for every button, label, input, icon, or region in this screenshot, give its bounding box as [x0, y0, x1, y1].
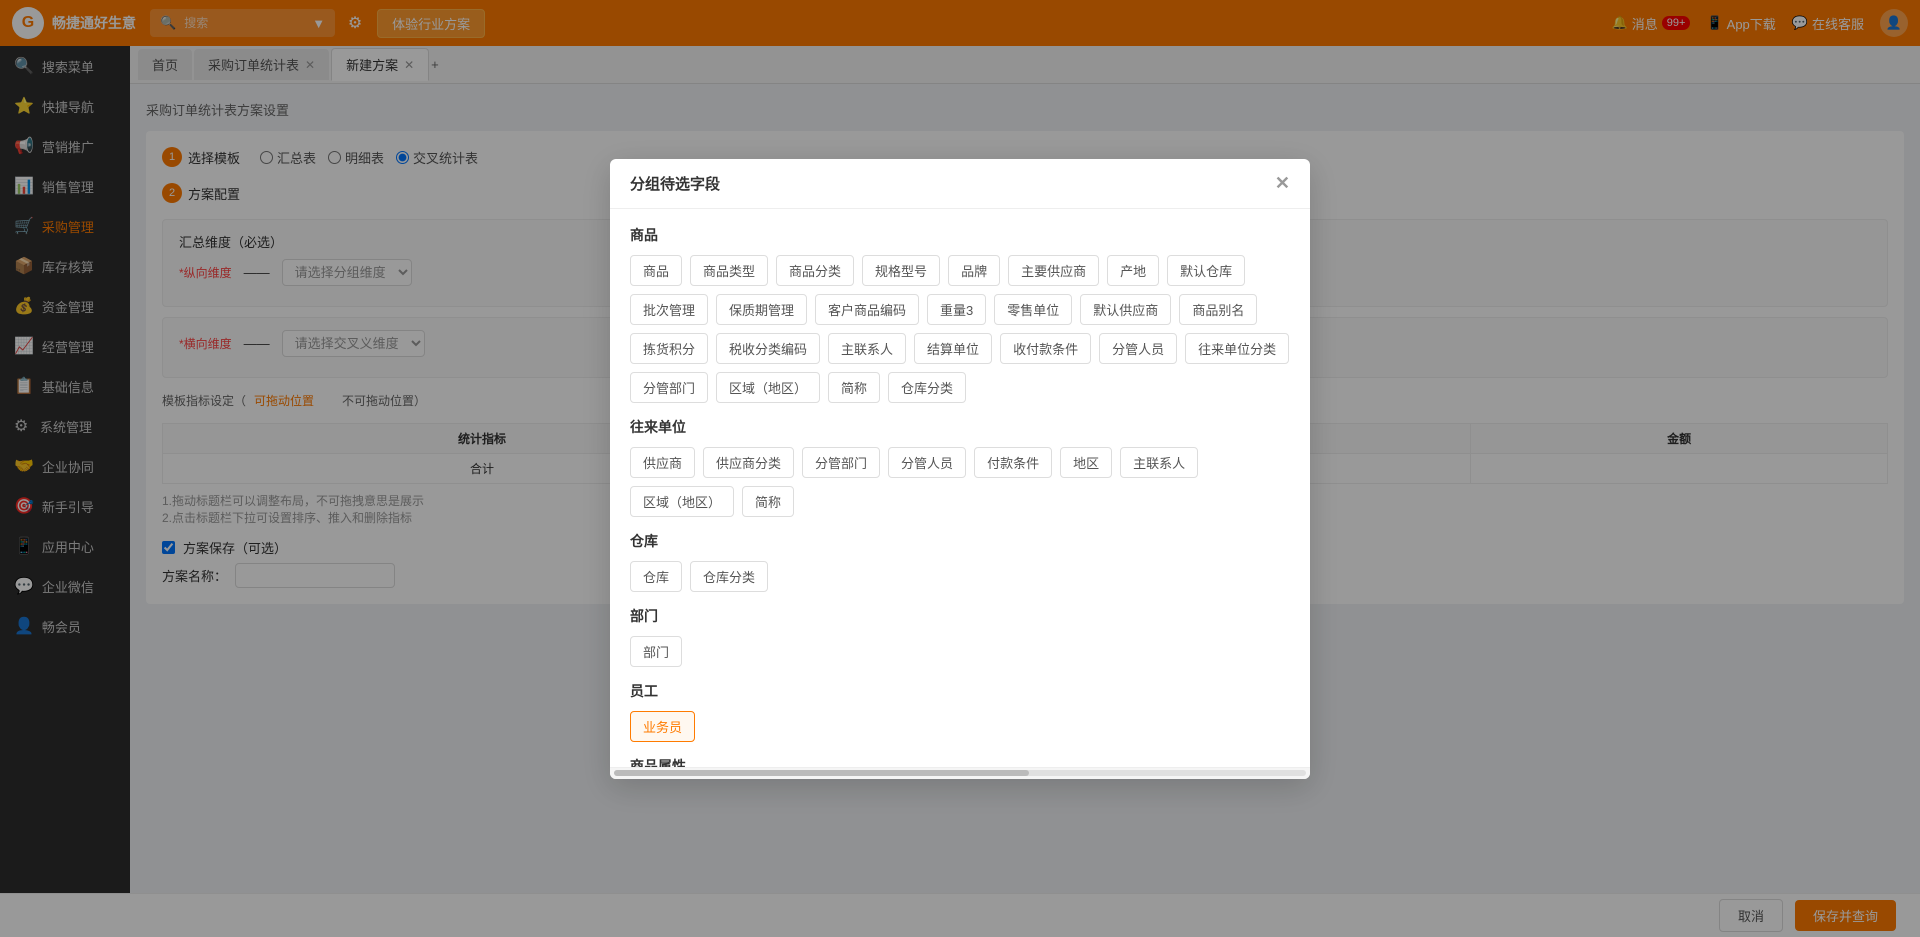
field-tag-salesperson[interactable]: 业务员	[630, 711, 695, 742]
modal-body: 商品 商品 商品类型 商品分类 规格型号 品牌 主要供应商 产地 默认仓库 批次…	[610, 209, 1310, 767]
section-product-attr-title: 商品属性	[630, 756, 1290, 767]
field-tag-product-category[interactable]: 商品分类	[776, 255, 854, 286]
field-tag-dept[interactable]: 分管部门	[802, 447, 880, 478]
section-product-grid: 商品 商品类型 商品分类 规格型号 品牌 主要供应商 产地 默认仓库 批次管理 …	[630, 255, 1290, 403]
modal-dialog: 分组待选字段 ✕ 商品 商品 商品类型 商品分类 规格型号 品牌 主要供应商 产…	[610, 159, 1310, 779]
field-tag-payment-cond[interactable]: 付款条件	[974, 447, 1052, 478]
field-tag-default-supplier[interactable]: 默认供应商	[1080, 294, 1171, 325]
section-warehouse-title: 仓库	[630, 531, 1290, 551]
field-tag-supplier-cat[interactable]: 供应商分类	[703, 447, 794, 478]
section-product-title: 商品	[630, 225, 1290, 245]
section-employee-grid: 业务员	[630, 711, 1290, 742]
modal-header: 分组待选字段 ✕	[610, 159, 1310, 209]
field-tag-short-name[interactable]: 简称	[828, 372, 880, 403]
section-dept-title: 部门	[630, 606, 1290, 626]
field-tag-main-contact2[interactable]: 主联系人	[1120, 447, 1198, 478]
field-tag-source-unit-cat[interactable]: 往来单位分类	[1185, 333, 1289, 364]
field-tag-expiry-mgmt[interactable]: 保质期管理	[716, 294, 807, 325]
modal-title: 分组待选字段	[630, 173, 720, 194]
field-tag-product-alias[interactable]: 商品别名	[1179, 294, 1257, 325]
section-dept-grid: 部门	[630, 636, 1290, 667]
field-tag-main-supplier[interactable]: 主要供应商	[1008, 255, 1099, 286]
field-tag-default-warehouse[interactable]: 默认仓库	[1167, 255, 1245, 286]
field-tag-department[interactable]: 部门	[630, 636, 682, 667]
field-tag-product[interactable]: 商品	[630, 255, 682, 286]
modal-footer-scroll	[610, 767, 1310, 779]
field-tag-product-type[interactable]: 商品类型	[690, 255, 768, 286]
field-tag-warehouse-cat[interactable]: 仓库分类	[888, 372, 966, 403]
modal-overlay: 分组待选字段 ✕ 商品 商品 商品类型 商品分类 规格型号 品牌 主要供应商 产…	[0, 0, 1920, 937]
section-partner-grid: 供应商 供应商分类 分管部门 分管人员 付款条件 地区 主联系人 区域（地区） …	[630, 447, 1290, 517]
field-tag-brand[interactable]: 品牌	[948, 255, 1000, 286]
field-tag-batch-mgmt[interactable]: 批次管理	[630, 294, 708, 325]
horizontal-scrollbar[interactable]	[614, 770, 1306, 776]
field-tag-settlement-unit[interactable]: 结算单位	[914, 333, 992, 364]
field-tag-payment-terms[interactable]: 收付款条件	[1000, 333, 1091, 364]
section-warehouse-grid: 仓库 仓库分类	[630, 561, 1290, 592]
field-tag-retail-unit[interactable]: 零售单位	[994, 294, 1072, 325]
field-tag-supplier[interactable]: 供应商	[630, 447, 695, 478]
field-tag-weight3[interactable]: 重量3	[927, 294, 986, 325]
field-tag-area[interactable]: 地区	[1060, 447, 1112, 478]
field-tag-origin[interactable]: 产地	[1107, 255, 1159, 286]
field-tag-mgmt-dept[interactable]: 分管部门	[630, 372, 708, 403]
field-tag-region[interactable]: 区域（地区）	[716, 372, 820, 403]
field-tag-main-contact[interactable]: 主联系人	[828, 333, 906, 364]
field-tag-pickup-points[interactable]: 拣货积分	[630, 333, 708, 364]
field-tag-tax-code[interactable]: 税收分类编码	[716, 333, 820, 364]
section-employee-title: 员工	[630, 681, 1290, 701]
scroll-thumb	[614, 770, 1029, 776]
field-tag-warehouse-cat2[interactable]: 仓库分类	[690, 561, 768, 592]
field-tag-dept-person[interactable]: 分管人员	[888, 447, 966, 478]
modal-close-button[interactable]: ✕	[1275, 173, 1290, 194]
field-tag-short-name2[interactable]: 简称	[742, 486, 794, 517]
section-partner-title: 往来单位	[630, 417, 1290, 437]
field-tag-manager[interactable]: 分管人员	[1099, 333, 1177, 364]
field-tag-spec-type[interactable]: 规格型号	[862, 255, 940, 286]
field-tag-customer-code[interactable]: 客户商品编码	[815, 294, 919, 325]
field-tag-warehouse[interactable]: 仓库	[630, 561, 682, 592]
field-tag-region2[interactable]: 区域（地区）	[630, 486, 734, 517]
